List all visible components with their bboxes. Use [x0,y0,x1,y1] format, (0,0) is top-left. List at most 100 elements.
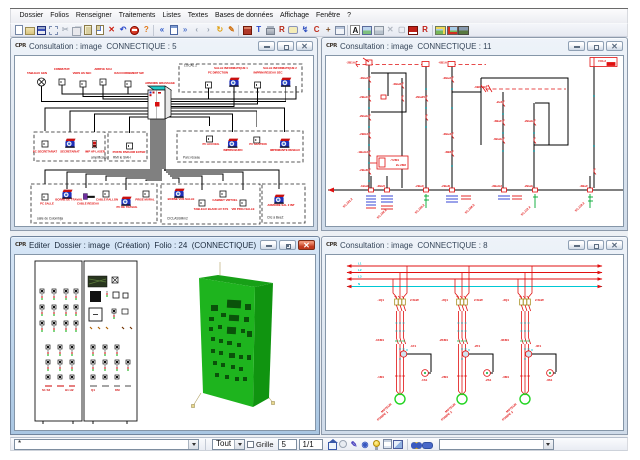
next-folio-icon[interactable]: › [203,24,214,36]
window-consultation-5[interactable]: CPR Consultation : image CONNECTIQUE : 5… [10,37,318,231]
canvas-connectique-5[interactable]: TABLEAU GEN COMMUTAT. VERS HS SEC ARRIVE… [14,55,314,227]
diagram-label: -1KM1 [375,338,384,342]
diagram-label: -2Bu5 [377,184,386,188]
edit-pencil-icon[interactable]: ✎ [226,24,237,36]
picture-sun-icon[interactable] [435,24,447,36]
copy-icon[interactable] [71,24,82,36]
menu-item-textes[interactable]: Textes [184,9,211,23]
junction-icon[interactable]: + [323,24,334,36]
minimize-button[interactable] [260,240,277,250]
restore-button[interactable] [587,41,604,51]
restore-button[interactable] [587,240,604,250]
menu-item-traitements[interactable]: Traitements [115,9,159,23]
save-icon[interactable] [36,24,47,36]
titlebar-consultation-8[interactable]: CPR Consultation : image CONNECTIQUE : 8… [322,237,627,254]
scope-dropdown-icon[interactable] [234,439,244,449]
restore-button[interactable] [277,41,294,51]
help-icon[interactable]: ? [141,24,152,36]
selector-dropdown-icon[interactable] [542,439,553,449]
list-view-icon[interactable] [382,438,393,450]
glasses-yellow-icon[interactable] [410,438,422,450]
paste-special-icon[interactable] [94,24,105,36]
menu-item-affichage[interactable]: Affichage [276,9,312,23]
diagram-label: KM [115,388,120,392]
selector-combobox[interactable] [438,438,554,450]
canvas-connectique-11[interactable]: -2Bu2 -2BuC -2BuG -2BG2 -1BuG2 -2BuD -0B… [325,55,624,227]
select-rect-icon[interactable] [48,24,59,36]
prev-folio-icon[interactable]: ‹ [191,24,202,36]
diagram-label: LOCAL 2 [184,64,197,68]
close-button[interactable]: ✕ [298,240,315,250]
window-editer-folio-24[interactable]: CPR Editer Dossier : image (Création) Fo… [10,236,320,435]
cut-icon[interactable]: ✂ [60,24,71,36]
filter-dropdown-icon[interactable] [188,439,198,449]
link-icon[interactable]: ↯ [300,24,311,36]
home-icon[interactable] [327,438,338,450]
menu-item-bases-de-donn-es[interactable]: Bases de données [211,9,276,23]
locate-icon[interactable]: ◉ [360,438,371,450]
new-document-icon[interactable] [13,24,24,36]
scope-combobox[interactable]: Tout [212,438,245,450]
diagram-label: -0B1A [438,61,448,65]
first-folio-icon[interactable]: « [156,24,167,36]
canvas-connectique-8[interactable]: L1 L2 L3 N -1Q1 2.5kW -1KM1 -1F1 -1S1 -1… [325,254,624,431]
minimize-button[interactable] [568,240,585,250]
pencil-tool-icon[interactable]: ✎ [349,438,360,450]
window-consultation-11[interactable]: CPR Consultation : image CONNECTIQUE : 1… [321,37,628,231]
diagram-label: TABLEAU BLANC AV SYS [194,207,229,211]
menu-item-renseigner[interactable]: Renseigner [72,9,115,23]
menu-item-folios[interactable]: Folios [47,9,73,23]
letter-a-icon[interactable]: A [350,24,361,36]
window-consultation-8[interactable]: CPR Consultation : image CONNECTIQUE : 8… [321,236,628,435]
grid-checkbox[interactable] [247,440,254,448]
zoom-field[interactable]: 5 [277,438,297,450]
relay-icon[interactable]: R [276,24,287,36]
zoom-out-icon[interactable]: ✕ [385,24,396,36]
menu-item-listes[interactable]: Listes [159,9,184,23]
diagram-label: -2BuC [359,95,369,99]
minimize-button[interactable] [258,41,275,51]
diagram-label: SALLE INFORMATIQUE 1 [214,66,248,70]
comment-icon[interactable] [288,24,299,36]
last-folio-icon[interactable]: » [180,24,191,36]
lightbulb-icon[interactable] [371,438,382,450]
glasses-blue-icon[interactable] [421,438,433,450]
paste-icon[interactable] [83,24,94,36]
catalog-icon[interactable] [408,24,419,36]
restore-button[interactable] [279,240,296,250]
cable-icon[interactable]: C [311,24,322,36]
titlebar-consultation-5[interactable]: CPR Consultation : image CONNECTIQUE : 5… [11,38,317,55]
reference-icon[interactable]: R [419,24,430,36]
menu-item-dossier[interactable]: Dossier [16,9,47,23]
abort-icon[interactable] [129,24,140,36]
picture-check-icon[interactable] [446,24,458,36]
menu-item-?[interactable]: ? [344,9,355,23]
filter-combobox[interactable]: * [14,438,199,450]
open-folder-icon[interactable] [25,24,36,36]
diagram-label: -2Bu3 [443,132,452,136]
diagram-label: COMMUTAT. [54,67,71,71]
close-button[interactable]: ✕ [606,240,623,250]
image-view-icon[interactable] [393,438,404,450]
undo-icon[interactable]: ↶ [118,24,129,36]
close-button[interactable]: ✕ [606,41,623,51]
picture-dark-icon[interactable] [458,24,470,36]
grid-table-icon[interactable] [334,24,345,36]
titlebar-consultation-11[interactable]: CPR Consultation : image CONNECTIQUE : 1… [322,38,627,55]
stamp-icon[interactable] [265,24,276,36]
refresh-icon[interactable]: ↻ [214,24,225,36]
erase-text-icon[interactable] [242,24,253,36]
close-button[interactable]: ✕ [296,41,313,51]
circle-tool-icon[interactable] [338,438,349,450]
image-gray-icon[interactable] [373,24,384,36]
delete-icon[interactable]: ✕ [106,24,117,36]
titlebar-editer[interactable]: CPR Editer Dossier : image (Création) Fo… [11,237,319,254]
menu-item-fen-tre[interactable]: Fenêtre [313,9,344,23]
insert-text-icon[interactable]: T [253,24,264,36]
image-blue-icon[interactable] [362,24,373,36]
canvas-folio-24[interactable]: S1 S2 H1 H2 Q1 KM [14,254,316,431]
page-field[interactable]: 1/1 [298,438,323,450]
minimize-button[interactable] [568,41,585,51]
goto-folio-icon[interactable] [168,24,179,36]
zoom-window-icon[interactable]: ▢ [396,24,407,36]
